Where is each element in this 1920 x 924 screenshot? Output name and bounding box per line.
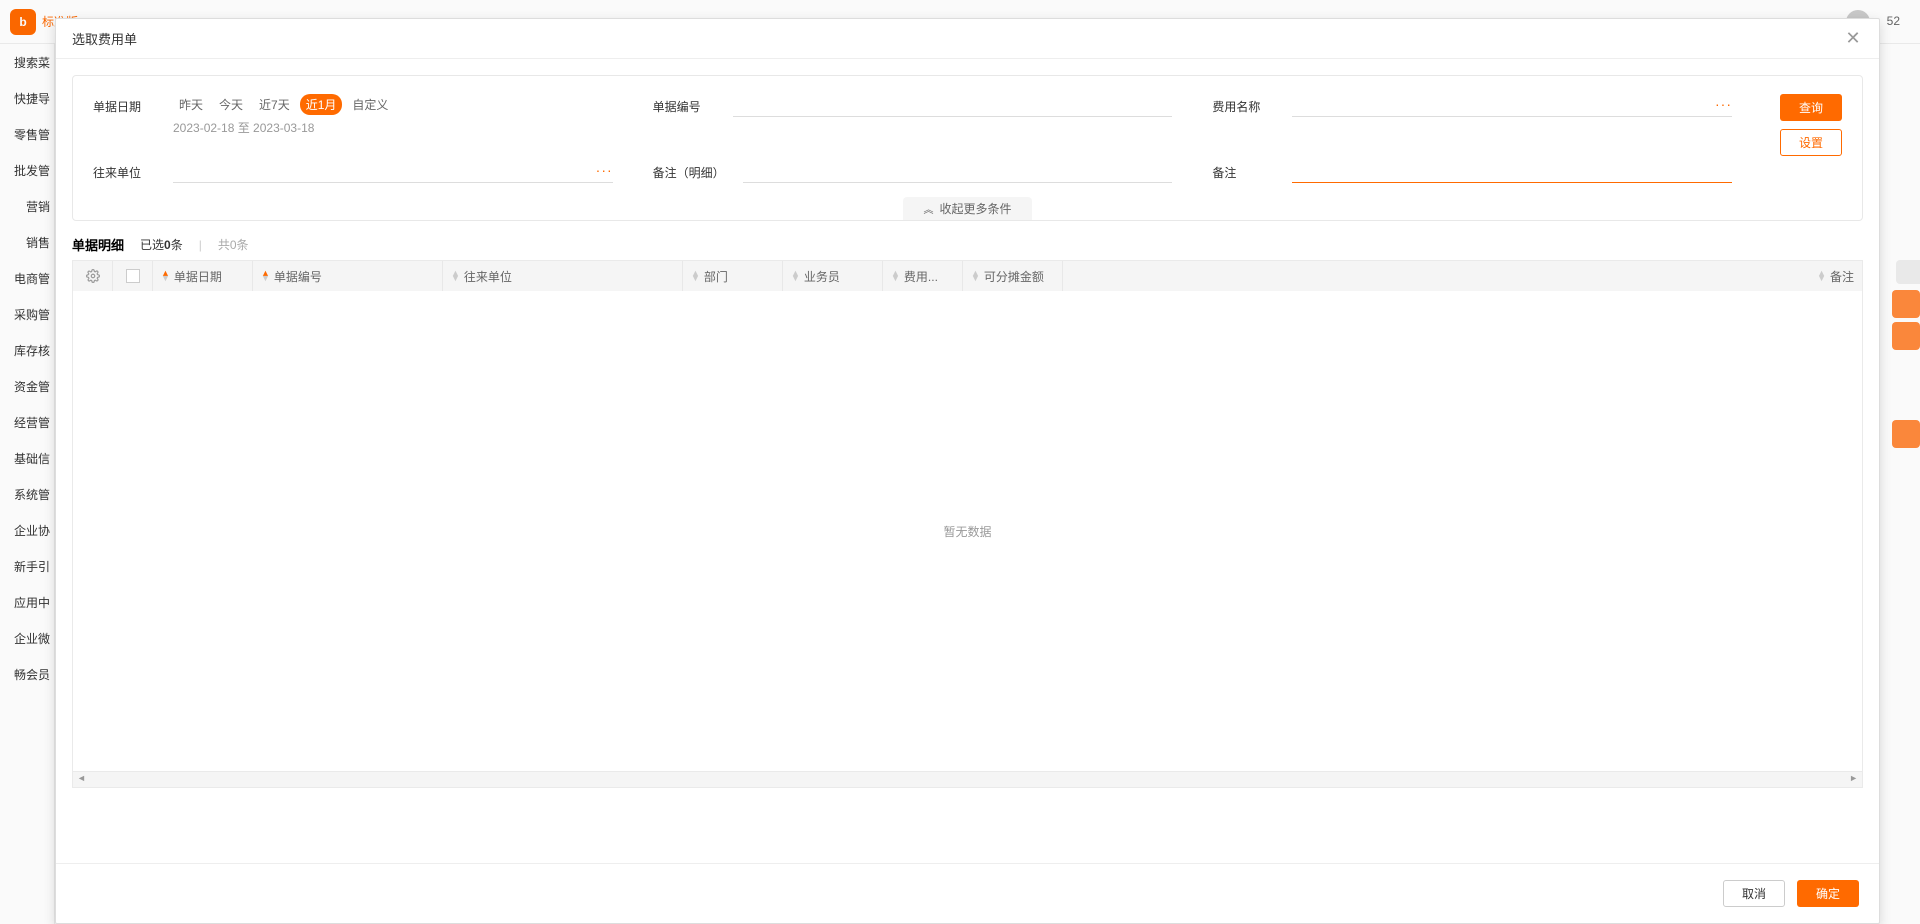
filter-remark: 备注 — [1212, 160, 1732, 183]
remark-detail-input[interactable] — [743, 160, 1173, 183]
table-body: 暂无数据 — [73, 291, 1862, 771]
collapse-bar: ︽ 收起更多条件 — [93, 197, 1842, 220]
cancel-button[interactable]: 取消 — [1723, 880, 1785, 907]
col-remark[interactable]: ▲▼ 备注 — [1063, 261, 1862, 291]
sort-icon: ▲▼ — [691, 271, 700, 281]
filter-remark-detail: 备注（明细） — [653, 160, 1173, 183]
selected-count: 已选0条 — [140, 236, 183, 253]
party-more-icon[interactable]: ··· — [596, 162, 613, 178]
close-icon[interactable]: ✕ — [1843, 29, 1863, 49]
empty-text: 暂无数据 — [943, 523, 991, 540]
col-allocatable[interactable]: ▲▼ 可分摊金额 — [963, 261, 1063, 291]
preset-1month[interactable]: 近1月 — [300, 94, 343, 115]
query-button[interactable]: 查询 — [1780, 94, 1842, 121]
filter-panel: 单据日期 昨天 今天 近7天 近1月 自定义 2023-02-18 至 2023… — [72, 75, 1863, 221]
doc-no-label: 单据编号 — [653, 94, 733, 115]
ok-button[interactable]: 确定 — [1797, 880, 1859, 907]
collapse-label: 收起更多条件 — [939, 200, 1011, 217]
remark-detail-label: 备注（明细） — [653, 160, 743, 181]
doc-no-input[interactable] — [733, 94, 1173, 117]
gear-icon — [86, 269, 100, 283]
party-input[interactable] — [173, 160, 613, 183]
modal-body: 单据日期 昨天 今天 近7天 近1月 自定义 2023-02-18 至 2023… — [56, 59, 1879, 863]
total-count: 共0条 — [218, 236, 249, 253]
chevron-up-icon: ︽ — [923, 201, 933, 216]
sort-icon: ▲▼ — [161, 271, 170, 281]
divider: | — [199, 238, 202, 252]
modal-footer: 取消 确定 — [56, 863, 1879, 923]
modal-title: 选取费用单 — [72, 29, 137, 48]
col-doc-no[interactable]: ▲▼ 单据编号 — [253, 261, 443, 291]
table: ▲▼ 单据日期 ▲▼ 单据编号 ▲▼ 往来单位 ▲▼ 部门 ▲▼ 业务员 — [72, 260, 1863, 788]
sort-icon: ▲▼ — [971, 271, 980, 281]
table-header: ▲▼ 单据日期 ▲▼ 单据编号 ▲▼ 往来单位 ▲▼ 部门 ▲▼ 业务员 — [73, 261, 1862, 291]
modal-select-fee-doc: 选取费用单 ✕ 单据日期 昨天 今天 近7天 近1月 自定义 — [55, 18, 1880, 924]
doc-date-label: 单据日期 — [93, 94, 173, 115]
filter-doc-date: 单据日期 昨天 今天 近7天 近1月 自定义 2023-02-18 至 2023… — [93, 94, 613, 136]
date-range-text: 2023-02-18 至 2023-03-18 — [173, 119, 613, 136]
remark-label: 备注 — [1212, 160, 1292, 181]
fee-name-more-icon[interactable]: ··· — [1715, 96, 1732, 112]
sort-icon: ▲▼ — [791, 271, 800, 281]
col-dept[interactable]: ▲▼ 部门 — [683, 261, 783, 291]
sort-icon: ▲▼ — [451, 271, 460, 281]
col-date[interactable]: ▲▼ 单据日期 — [153, 261, 253, 291]
preset-yesterday[interactable]: 昨天 — [173, 94, 209, 115]
settings-button[interactable]: 设置 — [1780, 129, 1842, 156]
sort-icon: ▲▼ — [261, 271, 270, 281]
filter-actions: 查询 设置 — [1772, 94, 1842, 156]
col-checkbox — [113, 261, 153, 291]
filter-party: 往来单位 ··· — [93, 160, 613, 183]
col-party[interactable]: ▲▼ 往来单位 — [443, 261, 683, 291]
preset-today[interactable]: 今天 — [213, 94, 249, 115]
sort-icon: ▲▼ — [891, 271, 900, 281]
select-all-checkbox[interactable] — [126, 269, 140, 283]
collapse-toggle[interactable]: ︽ 收起更多条件 — [903, 197, 1031, 220]
date-presets: 昨天 今天 近7天 近1月 自定义 — [173, 94, 613, 115]
col-sales[interactable]: ▲▼ 业务员 — [783, 261, 883, 291]
col-settings[interactable] — [73, 261, 113, 291]
horizontal-scrollbar[interactable] — [73, 771, 1862, 787]
preset-7days[interactable]: 近7天 — [253, 94, 296, 115]
remark-input[interactable] — [1292, 160, 1732, 183]
fee-name-input[interactable] — [1292, 94, 1732, 117]
detail-title: 单据明细 — [72, 235, 124, 254]
party-label: 往来单位 — [93, 160, 173, 181]
modal-header: 选取费用单 ✕ — [56, 19, 1879, 59]
fee-name-label: 费用名称 — [1212, 94, 1292, 115]
detail-header: 单据明细 已选0条 | 共0条 — [72, 235, 1863, 254]
filter-doc-no: 单据编号 — [653, 94, 1173, 117]
col-fee[interactable]: ▲▼ 费用... — [883, 261, 963, 291]
filter-fee-name: 费用名称 ··· — [1212, 94, 1732, 117]
preset-custom[interactable]: 自定义 — [346, 94, 394, 115]
sort-icon: ▲▼ — [1817, 271, 1826, 281]
